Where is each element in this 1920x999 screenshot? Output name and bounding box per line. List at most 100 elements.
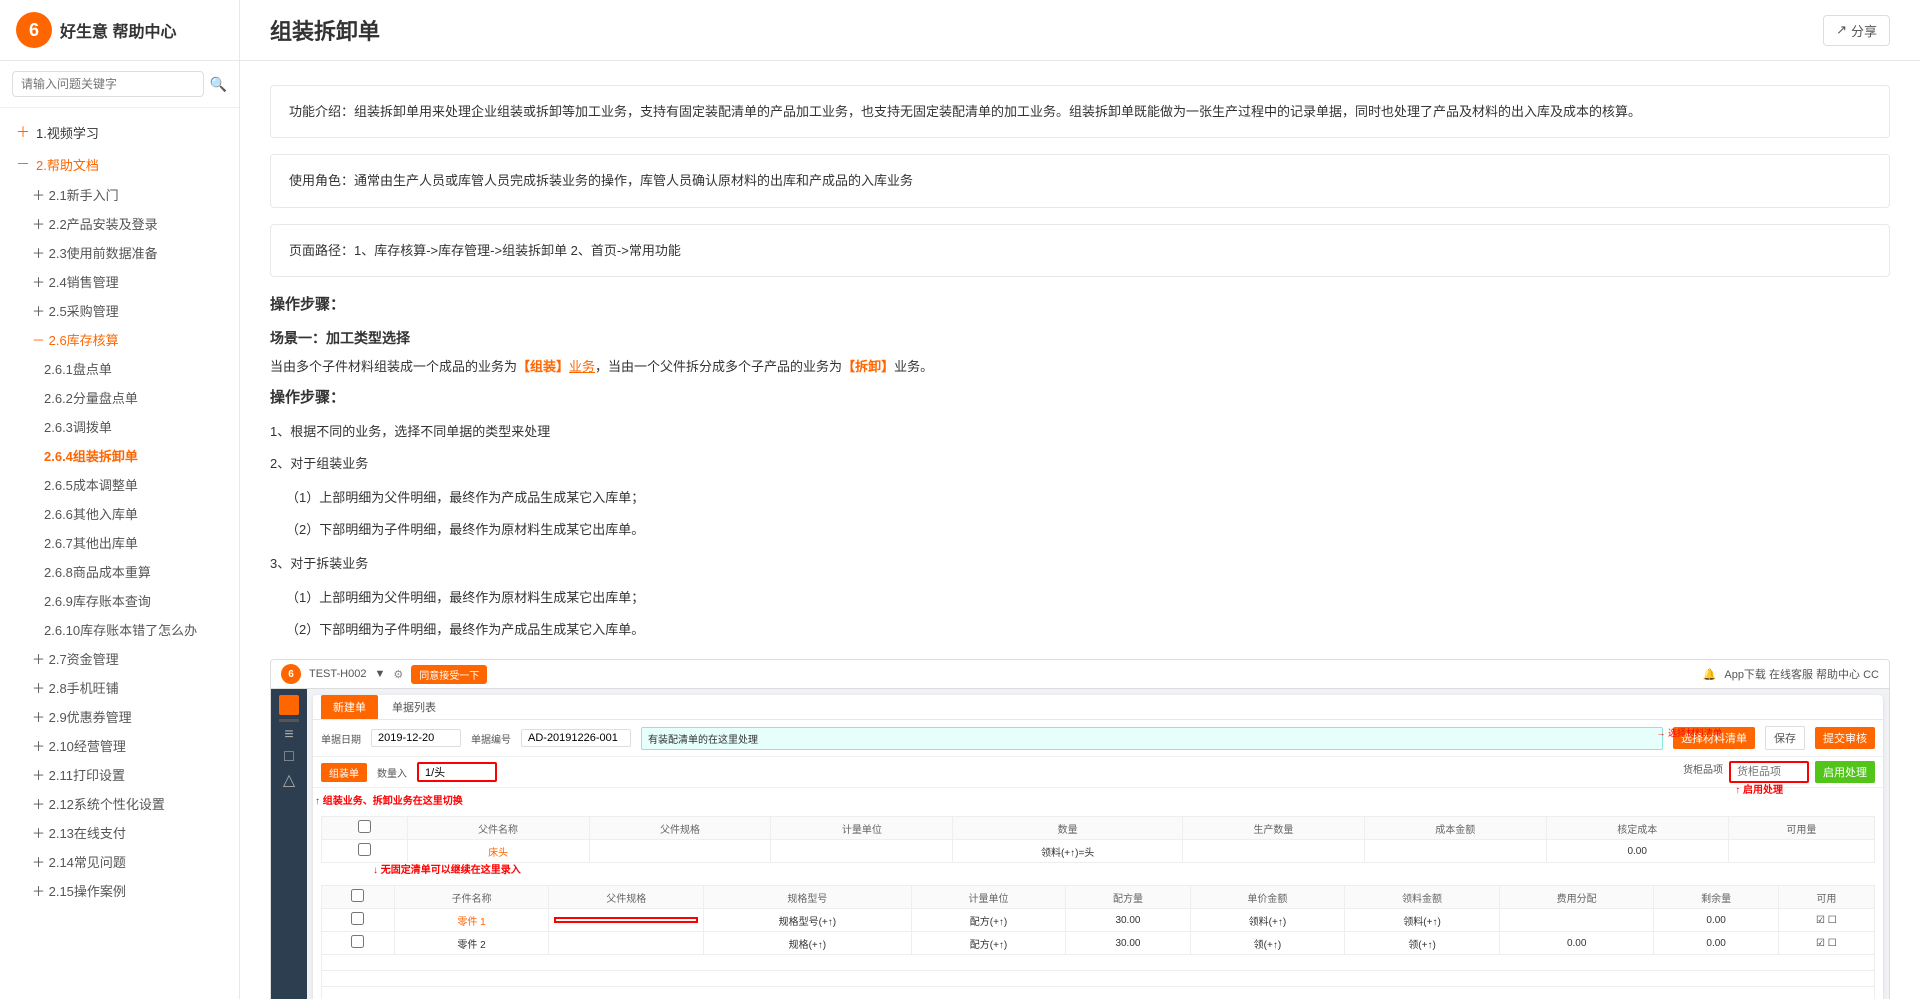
sidebar-item-video[interactable]: ＋ 1.视频学习 bbox=[0, 116, 239, 148]
mock-lower-row1-spectype: 规格型号(+↑) bbox=[704, 909, 912, 932]
mock-row1-spec bbox=[589, 840, 771, 863]
sidebar-item-2-9[interactable]: ＋ 2.9优惠券管理 bbox=[0, 702, 239, 731]
mock-topbar-btn[interactable]: 同意接受一下 bbox=[411, 665, 487, 684]
sidebar-item-2-3[interactable]: ＋ 2.3使用前数据准备 bbox=[0, 238, 239, 267]
mock-lower-th-spec: 规格型号 bbox=[704, 886, 912, 909]
highlight-disassemble: 【拆卸】 bbox=[842, 359, 894, 374]
mock-settings-icon: ⚙ bbox=[393, 668, 403, 681]
scenario1-title: 场景一：加工类型选择 bbox=[270, 328, 1890, 348]
mock-bell-icon: 🔔 bbox=[1703, 668, 1717, 681]
sidebar-item-2-14[interactable]: ＋ 2.14常见问题 bbox=[0, 847, 239, 876]
mock-no-label: 单据编号 bbox=[471, 731, 511, 746]
sidebar-search-bar[interactable]: 🔍 bbox=[0, 61, 239, 108]
mock-bom-notice: 有装配清单的在这里处理 → 选择材料清单 bbox=[641, 727, 1663, 750]
mock-select-goods-input[interactable] bbox=[1729, 761, 1809, 783]
mock-row1-unit bbox=[771, 840, 953, 863]
mock-annotation-nofixed: ↓ 无固定清单可以继续在这里录入 bbox=[373, 861, 521, 876]
mock-lower-th-formula: 配方量 bbox=[1066, 886, 1190, 909]
mock-lower-row2-remain: 0.00 bbox=[1654, 932, 1778, 955]
role-intro-text: 使用角色：通常由生产人员或库管人员完成拆装业务的操作，库管人员确认原材料的出库和… bbox=[289, 173, 913, 188]
mock-lower-row1: 零件 1 规格型号(+↑) 配方(+↑) 30.00 领料(+↑) 领料(+↑) bbox=[322, 909, 1875, 932]
sidebar-item-docs[interactable]: － 2.帮助文档 bbox=[0, 148, 239, 180]
mock-th-check bbox=[322, 817, 408, 840]
mock-sidebar-home bbox=[279, 695, 299, 715]
search-icon[interactable]: 🔍 bbox=[210, 76, 227, 93]
sidebar-item-2-11[interactable]: ＋ 2.11打印设置 bbox=[0, 760, 239, 789]
sidebar-item-2-5[interactable]: ＋ 2.5采购管理 bbox=[0, 296, 239, 325]
operations-section: 操作步骤： 场景一：加工类型选择 当由多个子件材料组装成一个成品的业务为【组装】… bbox=[270, 293, 1890, 643]
mock-lower-row1-unit: 配方(+↑) bbox=[911, 909, 1066, 932]
sidebar-item-2-6-7[interactable]: 2.6.7其他出库单 bbox=[0, 528, 239, 557]
mock-upper-row1: 床头 领料(+↑)=头 0.00 bbox=[322, 840, 1875, 863]
mock-lower-th-check bbox=[322, 886, 395, 909]
mock-submit-btn[interactable]: 提交审核 bbox=[1815, 727, 1875, 749]
mock-upper-table: 父件名称 父件规格 计量单位 数量 生产数量 成本金额 核定成本 可用量 bbox=[321, 816, 1875, 863]
mock-date-input[interactable] bbox=[371, 729, 461, 747]
mock-qiyong-btn[interactable]: 启用处理 bbox=[1815, 761, 1875, 783]
mock-select-all[interactable] bbox=[358, 820, 371, 833]
sidebar-item-2-6-3[interactable]: 2.6.3调拨单 bbox=[0, 412, 239, 441]
mock-qty-label: 数量入 bbox=[377, 765, 407, 780]
sidebar-item-2-8[interactable]: ＋ 2.8手机旺铺 bbox=[0, 673, 239, 702]
mock-topbar-right: App下载 在线客服 帮助中心 CC bbox=[1724, 666, 1879, 682]
mock-no-input[interactable] bbox=[521, 729, 631, 747]
mock-th-fixed-cost: 核定成本 bbox=[1546, 817, 1728, 840]
sidebar-item-2-6-10[interactable]: 2.6.10库存账本错了怎么办 bbox=[0, 615, 239, 644]
mock-tab2[interactable]: 单据列表 bbox=[380, 695, 448, 719]
main-header: 组装拆卸单 ↗ 分享 bbox=[240, 0, 1920, 61]
sidebar-item-2-6-4[interactable]: 2.6.4组装拆卸单 bbox=[0, 441, 239, 470]
mock-lower-row1-spec bbox=[554, 917, 698, 923]
mock-lower-th-unit-price: 单价金额 bbox=[1190, 886, 1345, 909]
mock-th-parent-spec: 父件规格 bbox=[589, 817, 771, 840]
screenshot-container: 6 TEST-H002 ▼ ⚙ 同意接受一下 🔔 App下载 在线客服 帮助中心… bbox=[270, 659, 1890, 999]
sidebar-item-2-10[interactable]: ＋ 2.10经营管理 bbox=[0, 731, 239, 760]
minus-icon: － bbox=[16, 154, 30, 174]
mock-save-btn[interactable]: 保存 bbox=[1765, 726, 1805, 750]
sidebar-item-2-12[interactable]: ＋ 2.12系统个性化设置 bbox=[0, 789, 239, 818]
sidebar-item-label: 1.视频学习 bbox=[36, 123, 99, 142]
logo-icon: 6 bbox=[16, 12, 52, 48]
mock-lower-th-fee: 费用分配 bbox=[1499, 886, 1654, 909]
sidebar-item-2-15[interactable]: ＋ 2.15操作案例 bbox=[0, 876, 239, 905]
sidebar-item-2-6-1[interactable]: 2.6.1盘点单 bbox=[0, 354, 239, 383]
mock-lower-row1-check[interactable] bbox=[351, 912, 364, 925]
step3: 3、对于拆装业务 bbox=[270, 551, 1890, 577]
mock-sidebar-icon3: △ bbox=[283, 770, 295, 790]
highlight-assemble: 【组装】 bbox=[517, 359, 569, 374]
mock-lower-row2-name: 零件 2 bbox=[394, 932, 549, 955]
sidebar-item-2-6-2[interactable]: 2.6.2分量盘点单 bbox=[0, 383, 239, 412]
sidebar-item-2-6-8[interactable]: 2.6.8商品成本重算 bbox=[0, 557, 239, 586]
sidebar: 6 好生意 帮助中心 🔍 ＋ 1.视频学习 － 2.帮助文档 ＋ 2.1新手入门… bbox=[0, 0, 240, 999]
search-input[interactable] bbox=[12, 71, 204, 97]
brand-name: 好生意 帮助中心 bbox=[60, 18, 176, 42]
sidebar-item-2-2[interactable]: ＋ 2.2产品安装及登录 bbox=[0, 209, 239, 238]
mock-lower-row2-spec bbox=[549, 932, 704, 955]
mock-topbar-left: TEST-H002 bbox=[309, 668, 366, 680]
mock-qty-input[interactable] bbox=[417, 762, 497, 782]
step2: 2、对于组装业务 bbox=[270, 451, 1890, 477]
step1: 1、根据不同的业务，选择不同单据的类型来处理 bbox=[270, 419, 1890, 445]
mock-lower-row1-unitprice: 领料(+↑) bbox=[1190, 909, 1345, 932]
mock-lower-row2-check[interactable] bbox=[351, 935, 364, 948]
role-intro-block: 使用角色：通常由生产人员或库管人员完成拆装业务的操作，库管人员确认原材料的出库和… bbox=[270, 154, 1890, 207]
share-button[interactable]: ↗ 分享 bbox=[1823, 15, 1890, 46]
mock-sidebar-icon1: ≡ bbox=[284, 726, 293, 744]
sidebar-item-2-6-9[interactable]: 2.6.9库存账本查询 bbox=[0, 586, 239, 615]
sidebar-item-2-4[interactable]: ＋ 2.4销售管理 bbox=[0, 267, 239, 296]
mock-th-prod-qty: 生产数量 bbox=[1182, 817, 1364, 840]
sidebar-item-2-7[interactable]: ＋ 2.7资金管理 bbox=[0, 644, 239, 673]
mock-tab-active[interactable]: 新建单 bbox=[321, 695, 378, 719]
sidebar-item-2-1[interactable]: ＋ 2.1新手入门 bbox=[0, 180, 239, 209]
mock-row1-check[interactable] bbox=[358, 843, 371, 856]
operations-title: 操作步骤： bbox=[270, 293, 1890, 314]
mock-lower-row2-fee: 0.00 bbox=[1499, 932, 1654, 955]
sidebar-item-2-6-6[interactable]: 2.6.6其他入库单 bbox=[0, 499, 239, 528]
mock-th-unit: 计量单位 bbox=[771, 817, 953, 840]
sidebar-item-2-6-5[interactable]: 2.6.5成本调整单 bbox=[0, 470, 239, 499]
sidebar-item-2-6[interactable]: － 2.6库存核算 bbox=[0, 325, 239, 354]
sidebar-item-2-13[interactable]: ＋ 2.13在线支付 bbox=[0, 818, 239, 847]
mock-sidebar-divider bbox=[279, 719, 299, 722]
mock-lower-row2-unitprice: 领(+↑) bbox=[1190, 932, 1345, 955]
mock-lower-th-unit: 计量单位 bbox=[911, 886, 1066, 909]
mock-lower-select-all[interactable] bbox=[351, 889, 364, 902]
